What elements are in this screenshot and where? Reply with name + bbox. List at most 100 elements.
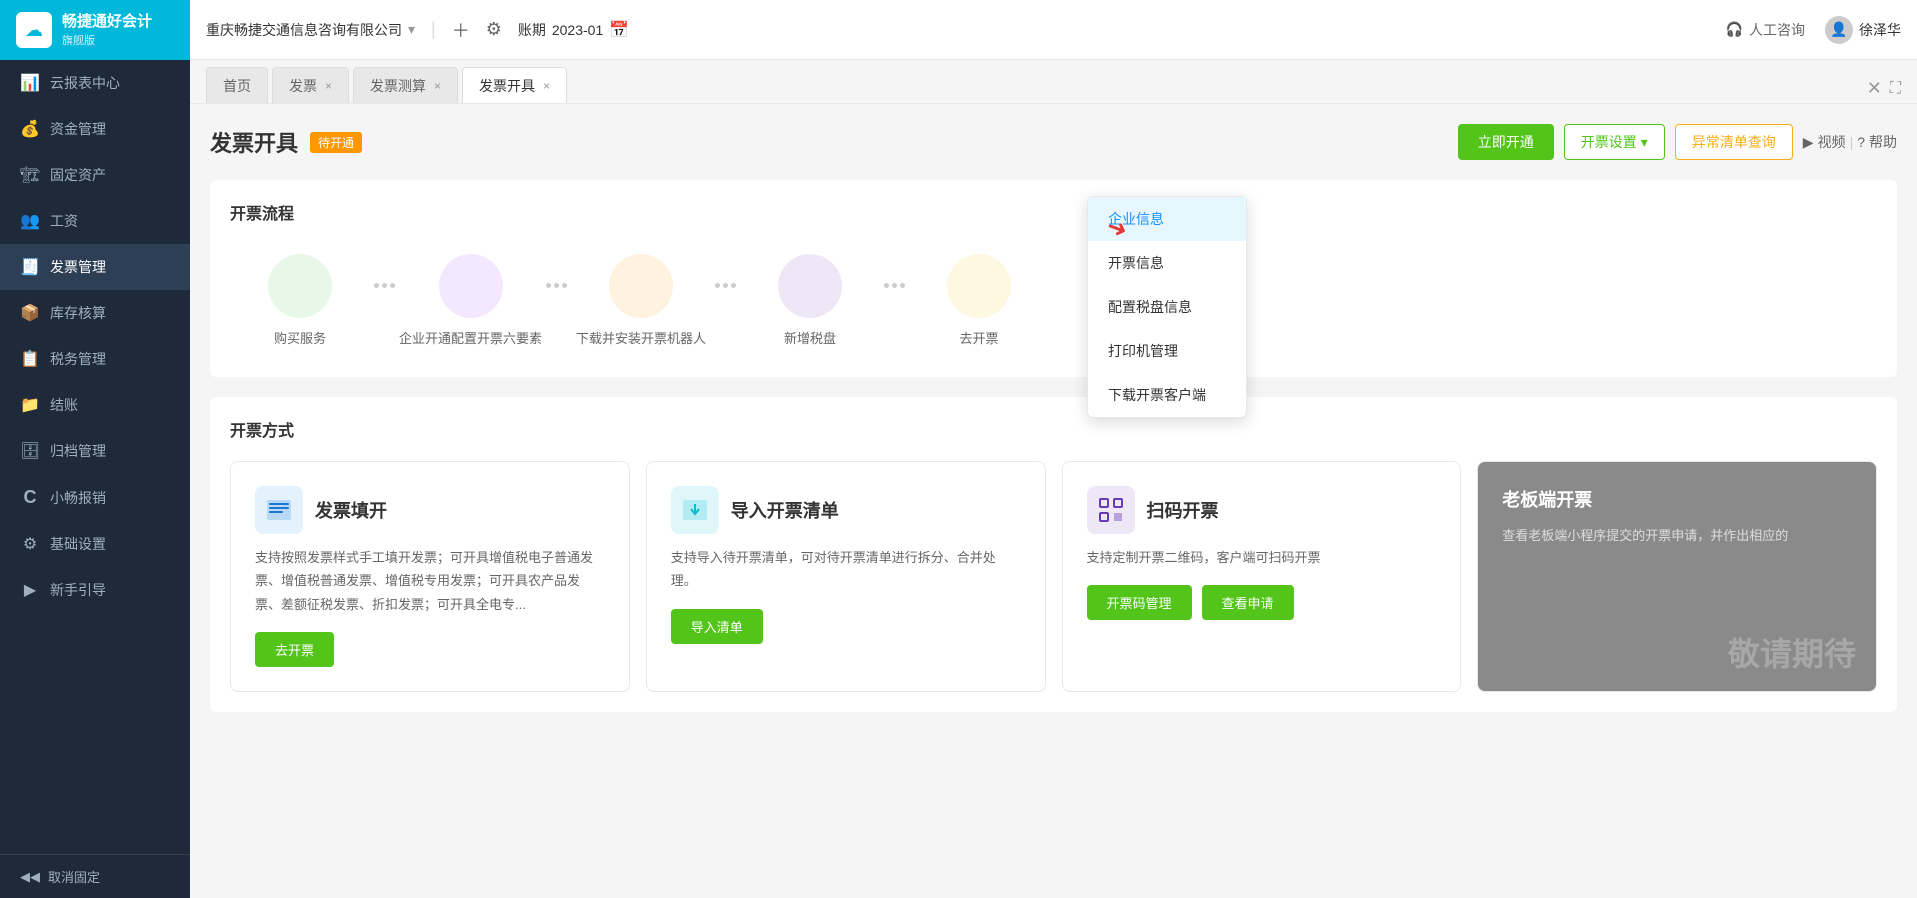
import-card-button[interactable]: 导入清单 bbox=[671, 609, 763, 644]
sidebar-item-jiezhang[interactable]: 📁 结账 bbox=[0, 382, 190, 428]
tab-close-all-icon[interactable]: ✕ bbox=[1867, 78, 1882, 99]
boss-card-title: 老板端开票 bbox=[1502, 486, 1592, 512]
yunbao-icon: 📊 bbox=[20, 73, 40, 93]
sidebar-item-fapiao[interactable]: 🧾 发票管理 bbox=[0, 244, 190, 290]
sidebar-item-zijin[interactable]: 💰 资金管理 bbox=[0, 106, 190, 152]
activate-button[interactable]: 立即开通 bbox=[1458, 124, 1554, 160]
flow-step-3: 🤖 下载并安装开票机器人 bbox=[571, 254, 711, 347]
main-content: 发票开具 待开通 立即开通 开票设置 ▾ 异常清单查询 ▶ 视频 | ? 帮助 … bbox=[190, 104, 1917, 898]
tabbar: 首页 发票 × 发票测算 × 发票开具 × ✕ ⛶ bbox=[190, 60, 1917, 104]
page-header: 发票开具 待开通 立即开通 开票设置 ▾ 异常清单查询 ▶ 视频 | ? 帮助 bbox=[210, 124, 1897, 160]
flow-dots-3 bbox=[715, 283, 736, 288]
guidang-icon: 🗄 bbox=[20, 441, 40, 461]
method-card-boss-header: 老板端开票 bbox=[1502, 486, 1852, 512]
scan-card-buttons: 开票码管理 查看申请 bbox=[1087, 585, 1437, 620]
tab-fapiao-label: 发票 bbox=[289, 76, 317, 96]
pin-icon: ◀◀ bbox=[20, 869, 40, 885]
tab-kaiju-close[interactable]: × bbox=[543, 79, 550, 93]
dropdown-item-download-client[interactable]: 下载开票客户端 bbox=[1088, 373, 1246, 417]
add-company-button[interactable]: ＋ bbox=[452, 17, 470, 43]
settings-button[interactable]: 开票设置 ▾ bbox=[1564, 124, 1665, 160]
boss-card-desc: 查看老板端小程序提交的开票申请，并作出相应的 bbox=[1502, 524, 1852, 547]
methods-section: 开票方式 发票填开 支持按照发票样式手工填开发票；可开具增值税电子普通发票、增值… bbox=[210, 397, 1897, 712]
help-label: 帮助 bbox=[1869, 132, 1897, 152]
method-cards: 发票填开 支持按照发票样式手工填开发票；可开具增值税电子普通发票、增值税普通发票… bbox=[230, 461, 1877, 692]
sidebar-bottom-action[interactable]: ◀◀ 取消固定 bbox=[0, 854, 190, 898]
period-label: 账期 bbox=[518, 20, 546, 40]
scan-qr-button[interactable]: 开票码管理 bbox=[1087, 585, 1192, 620]
fapiao-icon: 🧾 bbox=[20, 257, 40, 277]
abnormal-button[interactable]: 异常清单查询 bbox=[1675, 124, 1793, 160]
method-card-scan: 扫码开票 支持定制开票二维码，客户端可扫码开票 开票码管理 查看申请 bbox=[1062, 461, 1462, 692]
sidebar-item-jichu[interactable]: ⚙ 基础设置 bbox=[0, 521, 190, 567]
video-button[interactable]: ▶ 视频 | ? 帮助 bbox=[1803, 132, 1897, 152]
flow-step-1-label: 购买服务 bbox=[274, 328, 326, 347]
sidebar-item-gongzi[interactable]: 👥 工资 bbox=[0, 198, 190, 244]
tab-fapiao[interactable]: 发票 × bbox=[272, 67, 349, 103]
dropdown-item-printer[interactable]: 打印机管理 bbox=[1088, 329, 1246, 373]
sidebar-item-guidang[interactable]: 🗄 归档管理 bbox=[0, 428, 190, 474]
tab-fapiao-close[interactable]: × bbox=[325, 79, 332, 93]
flow-step-2: ⚙ 企业开通配置开票六要素 bbox=[399, 254, 542, 347]
calendar-icon[interactable]: 📅 bbox=[609, 20, 629, 40]
sidebar-bottom-label: 取消固定 bbox=[48, 867, 100, 886]
video-label: 视频 bbox=[1818, 132, 1846, 152]
sidebar-item-yunbao[interactable]: 📊 云报表中心 bbox=[0, 60, 190, 106]
sidebar-item-shuiwu[interactable]: 📋 税务管理 bbox=[0, 336, 190, 382]
method-card-fill: 发票填开 支持按照发票样式手工填开发票；可开具增值税电子普通发票、增值税普通发票… bbox=[230, 461, 630, 692]
tab-tesuan-close[interactable]: × bbox=[434, 79, 441, 93]
period-value: 2023-01 bbox=[552, 22, 603, 38]
company-selector[interactable]: 重庆畅捷交通信息咨询有限公司 ▾ bbox=[206, 20, 415, 40]
fill-card-button[interactable]: 去开票 bbox=[255, 632, 334, 667]
sidebar-item-xinshou[interactable]: ▶ 新手引导 bbox=[0, 567, 190, 613]
tab-fapiao-tesuan[interactable]: 发票测算 × bbox=[353, 67, 458, 103]
topbar-settings-icon[interactable]: ⚙ bbox=[486, 19, 502, 40]
sidebar: ☁ 畅捷通好会计 旗舰版 📊 云报表中心 💰 资金管理 🏗 固定资产 👥 工资 … bbox=[0, 0, 190, 898]
tab-fapiao-kaiju[interactable]: 发票开具 × bbox=[462, 67, 567, 103]
import-card-desc: 支持导入待开票清单，可对待开票清单进行拆分、合并处理。 bbox=[671, 546, 1021, 593]
company-name: 重庆畅捷交通信息咨询有限公司 bbox=[206, 20, 402, 40]
flow-step-5: 📄 去开票 bbox=[909, 254, 1049, 347]
sidebar-item-label: 归档管理 bbox=[50, 441, 106, 461]
jiezhang-icon: 📁 bbox=[20, 395, 40, 415]
sidebar-item-xiaochang[interactable]: C 小畅报销 bbox=[0, 474, 190, 521]
service-button[interactable]: 🎧 人工咨询 bbox=[1726, 20, 1805, 40]
kucun-icon: 📦 bbox=[20, 303, 40, 323]
tab-expand-icon[interactable]: ⛶ bbox=[1890, 80, 1901, 98]
import-card-title: 导入开票清单 bbox=[731, 497, 839, 523]
sidebar-item-kucun[interactable]: 📦 库存核算 bbox=[0, 290, 190, 336]
method-card-boss: 老板端开票 查看老板端小程序提交的开票申请，并作出相应的 敬请期待 bbox=[1477, 461, 1877, 692]
user-menu[interactable]: 👤 徐泽华 bbox=[1825, 16, 1901, 44]
flow-step-4: 🏷 新增税盘 bbox=[740, 254, 880, 347]
avatar: 👤 bbox=[1825, 16, 1853, 44]
status-badge: 待开通 bbox=[310, 132, 362, 153]
xiaochang-icon: C bbox=[20, 487, 40, 508]
tab-tesuan-label: 发票测算 bbox=[370, 76, 426, 96]
flow-section: 开票流程 🛒 购买服务 ⚙ 企业开通配置开票六要素 bbox=[210, 180, 1897, 377]
dropdown-item-invoice-info[interactable]: 开票信息 bbox=[1088, 241, 1246, 285]
flow-dots-1 bbox=[374, 283, 395, 288]
flow-step-1: 🛒 购买服务 bbox=[230, 254, 370, 347]
methods-section-title: 开票方式 bbox=[230, 417, 1877, 441]
sidebar-item-label: 工资 bbox=[50, 211, 78, 231]
scan-apply-button[interactable]: 查看申请 bbox=[1202, 585, 1294, 620]
flow-step-2-label: 企业开通配置开票六要素 bbox=[399, 328, 542, 347]
play-icon: ▶ bbox=[1803, 134, 1814, 151]
method-card-import: 导入开票清单 支持导入待开票清单，可对待开票清单进行拆分、合并处理。 导入清单 bbox=[646, 461, 1046, 692]
question-icon: ? bbox=[1857, 134, 1865, 150]
logo-text-area: 畅捷通好会计 旗舰版 bbox=[62, 12, 152, 48]
flow-dots-4 bbox=[884, 283, 905, 288]
dropdown-item-tax-disk[interactable]: 配置税盘信息 bbox=[1088, 285, 1246, 329]
sidebar-item-gudingzichan[interactable]: 🏗 固定资产 bbox=[0, 152, 190, 198]
topbar: 重庆畅捷交通信息咨询有限公司 ▾ | ＋ ⚙ 账期 2023-01 📅 🎧 人工… bbox=[190, 0, 1917, 60]
sidebar-nav: 📊 云报表中心 💰 资金管理 🏗 固定资产 👥 工资 🧾 发票管理 📦 库存核算… bbox=[0, 60, 190, 854]
gongzi-icon: 👥 bbox=[20, 211, 40, 231]
sidebar-item-label: 资金管理 bbox=[50, 119, 106, 139]
gudingzichan-icon: 🏗 bbox=[20, 165, 40, 185]
sidebar-item-label: 税务管理 bbox=[50, 349, 106, 369]
page-title-area: 发票开具 待开通 bbox=[210, 126, 362, 158]
tab-home[interactable]: 首页 bbox=[206, 67, 268, 103]
sidebar-item-label: 小畅报销 bbox=[50, 488, 106, 508]
flow-step-5-icon: 📄 bbox=[947, 254, 1011, 318]
logo-icon: ☁ bbox=[16, 12, 52, 48]
